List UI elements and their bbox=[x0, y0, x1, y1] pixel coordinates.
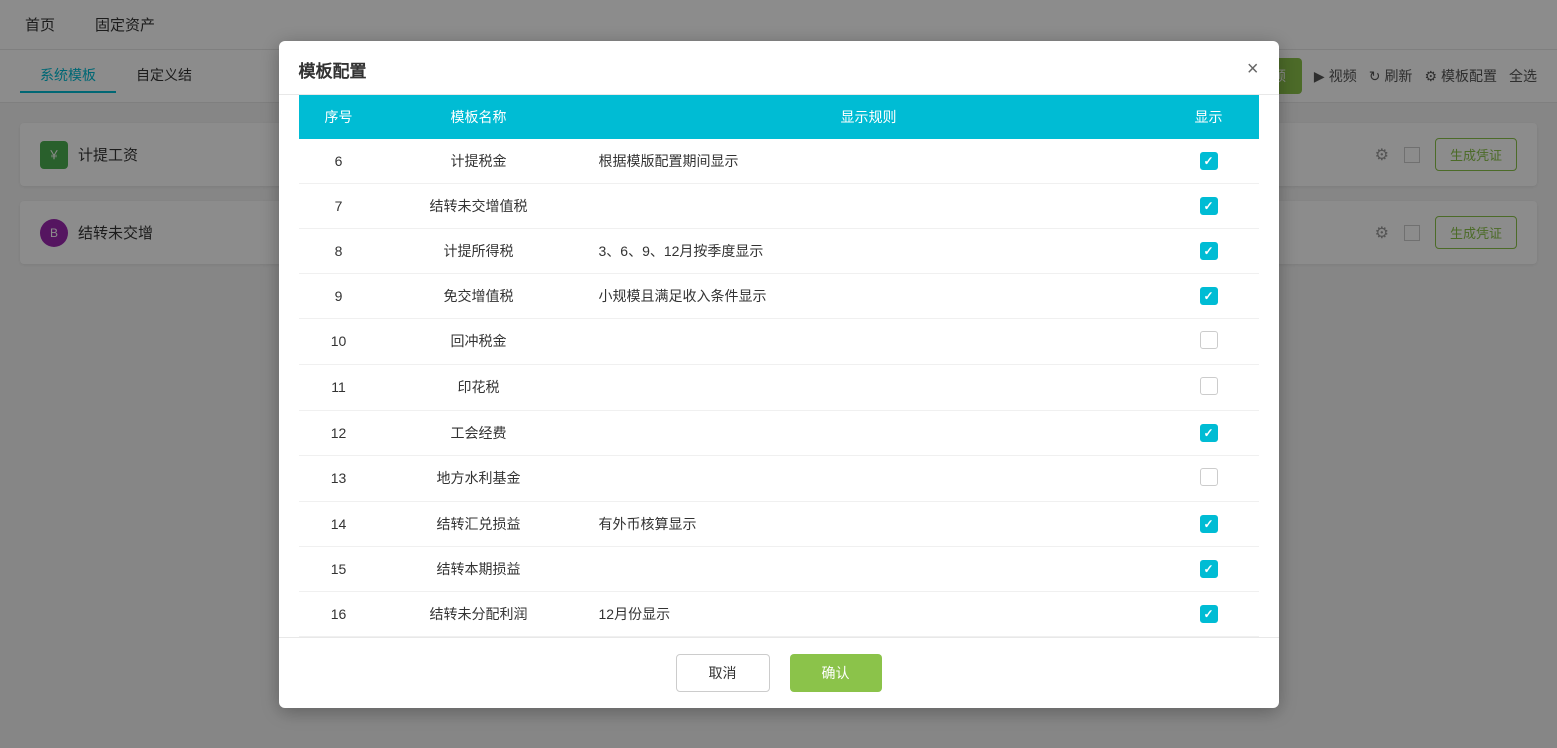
cell-index: 16 bbox=[299, 591, 379, 636]
cell-index: 13 bbox=[299, 455, 379, 501]
table-row: 13地方水利基金 bbox=[299, 455, 1259, 501]
cell-index: 9 bbox=[299, 273, 379, 318]
cell-name: 结转本期损益 bbox=[379, 546, 579, 591]
cell-rule bbox=[579, 183, 1159, 228]
checkbox-16[interactable] bbox=[1200, 605, 1218, 623]
checkbox-15[interactable] bbox=[1200, 560, 1218, 578]
cell-rule bbox=[579, 455, 1159, 501]
cell-name: 印花税 bbox=[379, 364, 579, 410]
table-row: 11印花税 bbox=[299, 364, 1259, 410]
cell-check bbox=[1159, 228, 1259, 273]
cell-rule bbox=[579, 410, 1159, 455]
col-header-index: 序号 bbox=[299, 95, 379, 139]
modal-header: 模板配置 × bbox=[279, 41, 1279, 95]
modal-body: 序号 模板名称 显示规则 显示 6计提税金根据模版配置期间显示7结转未交增值税8… bbox=[279, 95, 1279, 637]
cell-check bbox=[1159, 546, 1259, 591]
col-header-show: 显示 bbox=[1159, 95, 1259, 139]
checkbox-11[interactable] bbox=[1200, 377, 1218, 395]
cell-check bbox=[1159, 501, 1259, 546]
table-row: 6计提税金根据模版配置期间显示 bbox=[299, 139, 1259, 184]
cell-rule: 12月份显示 bbox=[579, 591, 1159, 636]
cell-check bbox=[1159, 183, 1259, 228]
cell-index: 15 bbox=[299, 546, 379, 591]
cell-rule: 3、6、9、12月按季度显示 bbox=[579, 228, 1159, 273]
table-row: 9免交增值税小规模且满足收入条件显示 bbox=[299, 273, 1259, 318]
cell-index: 8 bbox=[299, 228, 379, 273]
checkbox-6[interactable] bbox=[1200, 152, 1218, 170]
col-header-name: 模板名称 bbox=[379, 95, 579, 139]
table-header-row: 序号 模板名称 显示规则 显示 bbox=[299, 95, 1259, 139]
cell-name: 地方水利基金 bbox=[379, 455, 579, 501]
cell-name: 结转汇兑损益 bbox=[379, 501, 579, 546]
cell-rule: 有外币核算显示 bbox=[579, 501, 1159, 546]
cell-check bbox=[1159, 139, 1259, 184]
cell-name: 结转未分配利润 bbox=[379, 591, 579, 636]
cell-name: 免交增值税 bbox=[379, 273, 579, 318]
template-config-modal: 模板配置 × 序号 模板名称 显示规则 显示 6计提税金根据模版配置期间显示7结… bbox=[279, 41, 1279, 708]
modal-title: 模板配置 bbox=[299, 57, 367, 82]
cell-rule bbox=[579, 546, 1159, 591]
modal-footer: 取消 确认 bbox=[279, 637, 1279, 708]
cell-check bbox=[1159, 364, 1259, 410]
cell-rule bbox=[579, 364, 1159, 410]
table-row: 8计提所得税3、6、9、12月按季度显示 bbox=[299, 228, 1259, 273]
col-header-rule: 显示规则 bbox=[579, 95, 1159, 139]
cell-name: 工会经费 bbox=[379, 410, 579, 455]
checkbox-9[interactable] bbox=[1200, 287, 1218, 305]
cell-name: 计提所得税 bbox=[379, 228, 579, 273]
cell-rule: 根据模版配置期间显示 bbox=[579, 139, 1159, 184]
cancel-button[interactable]: 取消 bbox=[676, 654, 770, 692]
cell-check bbox=[1159, 591, 1259, 636]
config-table: 序号 模板名称 显示规则 显示 6计提税金根据模版配置期间显示7结转未交增值税8… bbox=[299, 95, 1259, 637]
cell-rule: 小规模且满足收入条件显示 bbox=[579, 273, 1159, 318]
cell-index: 7 bbox=[299, 183, 379, 228]
cell-index: 14 bbox=[299, 501, 379, 546]
checkbox-7[interactable] bbox=[1200, 197, 1218, 215]
checkbox-13[interactable] bbox=[1200, 468, 1218, 486]
checkbox-8[interactable] bbox=[1200, 242, 1218, 260]
checkbox-10[interactable] bbox=[1200, 331, 1218, 349]
cell-index: 11 bbox=[299, 364, 379, 410]
table-row: 10回冲税金 bbox=[299, 318, 1259, 364]
cell-name: 计提税金 bbox=[379, 139, 579, 184]
cell-check bbox=[1159, 318, 1259, 364]
cell-name: 回冲税金 bbox=[379, 318, 579, 364]
checkbox-12[interactable] bbox=[1200, 424, 1218, 442]
table-row: 15结转本期损益 bbox=[299, 546, 1259, 591]
cell-index: 10 bbox=[299, 318, 379, 364]
confirm-button[interactable]: 确认 bbox=[790, 654, 882, 692]
cell-name: 结转未交增值税 bbox=[379, 183, 579, 228]
table-row: 16结转未分配利润12月份显示 bbox=[299, 591, 1259, 636]
cell-rule bbox=[579, 318, 1159, 364]
table-row: 7结转未交增值税 bbox=[299, 183, 1259, 228]
table-row: 14结转汇兑损益有外币核算显示 bbox=[299, 501, 1259, 546]
close-icon[interactable]: × bbox=[1247, 59, 1259, 79]
cell-check bbox=[1159, 455, 1259, 501]
cell-check bbox=[1159, 410, 1259, 455]
checkbox-14[interactable] bbox=[1200, 515, 1218, 533]
cell-check bbox=[1159, 273, 1259, 318]
cell-index: 12 bbox=[299, 410, 379, 455]
table-row: 12工会经费 bbox=[299, 410, 1259, 455]
modal-overlay: 模板配置 × 序号 模板名称 显示规则 显示 6计提税金根据模版配置期间显示7结… bbox=[0, 0, 1557, 748]
cell-index: 6 bbox=[299, 139, 379, 184]
